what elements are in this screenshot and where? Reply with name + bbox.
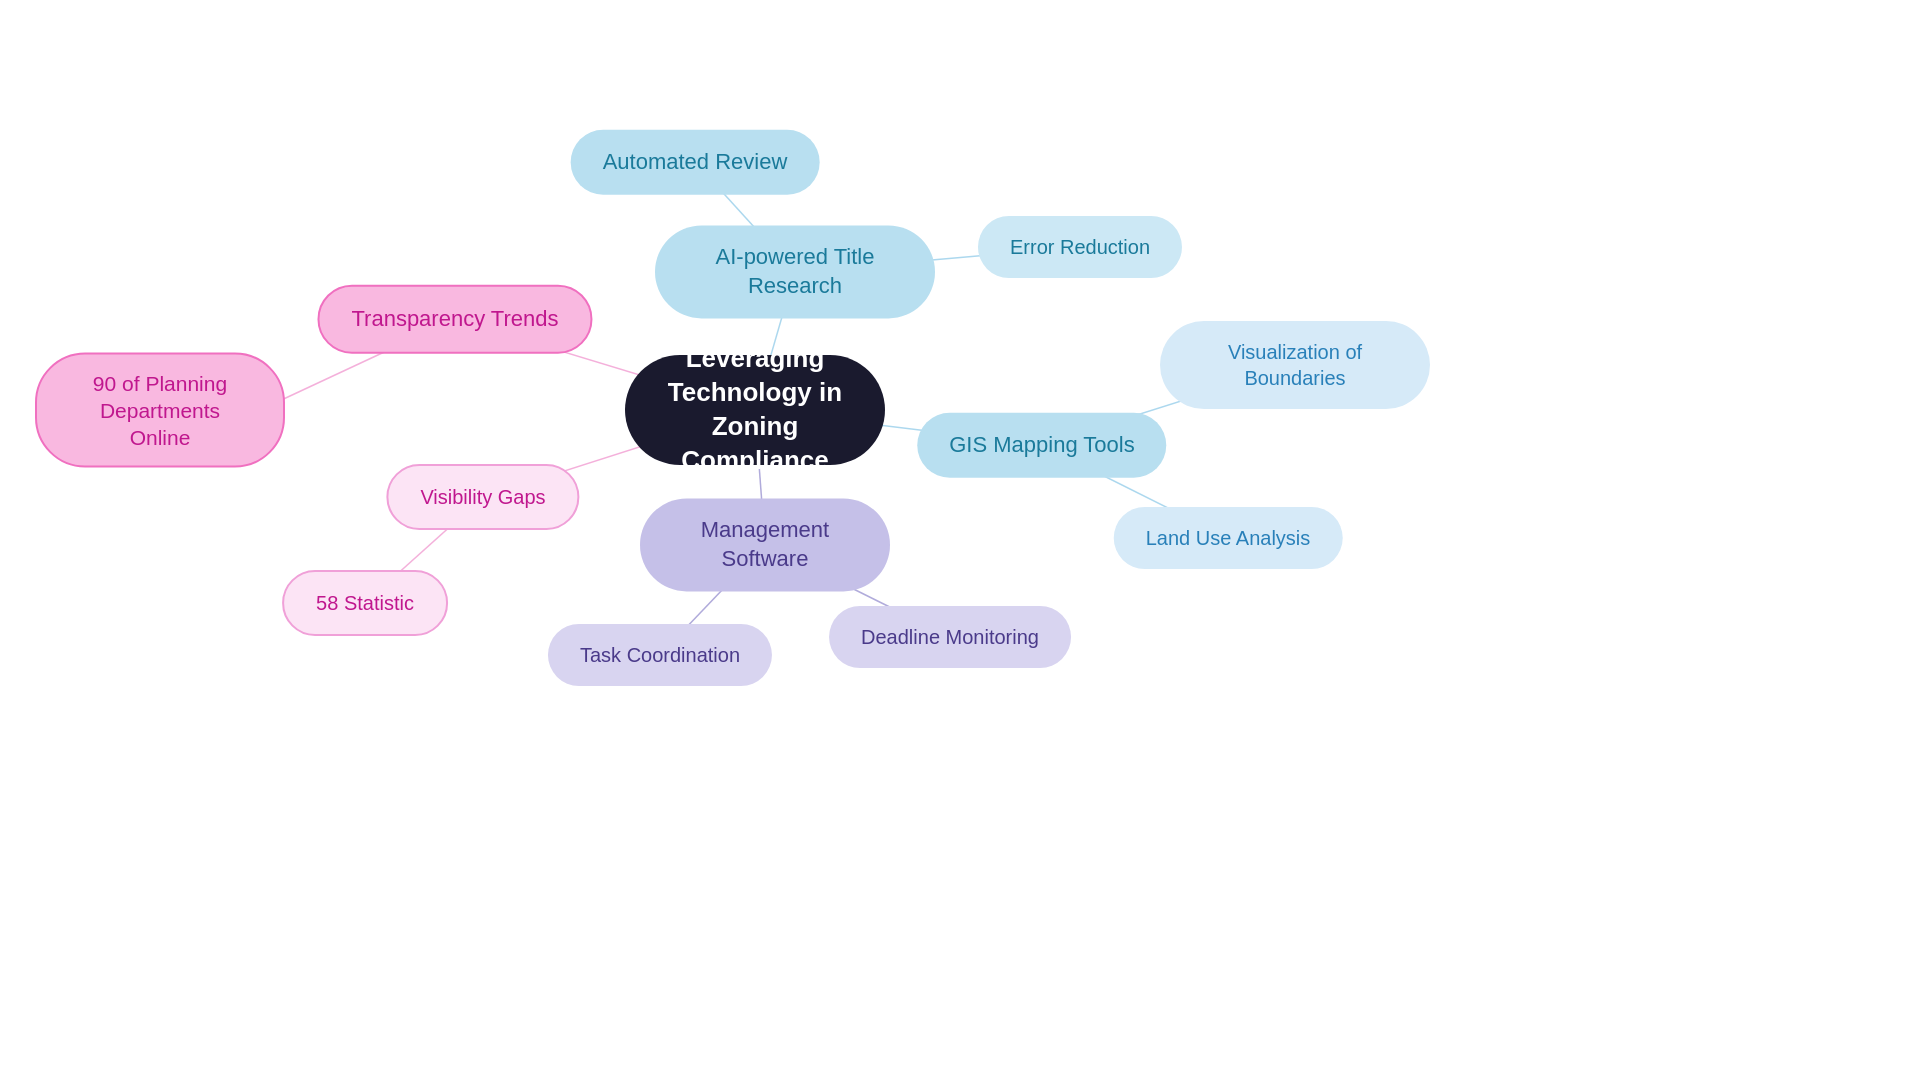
visibility-gaps-label: Visibility Gaps (420, 484, 545, 510)
management-sw-label: Management Software (672, 516, 858, 573)
planning-online-label: 90 of Planning Departments Online (69, 369, 251, 451)
land-use-node: Land Use Analysis (1114, 507, 1343, 569)
viz-boundaries-label: Visualization of Boundaries (1192, 339, 1398, 391)
viz-boundaries-node: Visualization of Boundaries (1160, 321, 1430, 409)
statistic-node: 58 Statistic (282, 570, 448, 636)
error-reduction-label: Error Reduction (1010, 234, 1150, 260)
planning-online-node: 90 of Planning Departments Online (35, 353, 285, 468)
statistic-label: 58 Statistic (316, 590, 414, 616)
center-node: Leveraging Technology in Zoning Complian… (625, 355, 885, 465)
ai-title-node: AI-powered Title Research (655, 225, 935, 318)
visibility-gaps-node: Visibility Gaps (386, 464, 579, 530)
task-coord-node: Task Coordination (548, 624, 772, 686)
transparency-label: Transparency Trends (351, 305, 558, 334)
task-coord-label: Task Coordination (580, 642, 740, 668)
center-label: Leveraging Technology in Zoning Complian… (657, 342, 853, 477)
connection-lines (0, 0, 1920, 1083)
gis-tools-node: GIS Mapping Tools (917, 413, 1166, 478)
management-sw-node: Management Software (640, 498, 890, 591)
automated-review-label: Automated Review (603, 148, 788, 177)
deadline-label: Deadline Monitoring (861, 624, 1039, 650)
deadline-node: Deadline Monitoring (829, 606, 1071, 668)
ai-title-label: AI-powered Title Research (687, 243, 903, 300)
gis-tools-label: GIS Mapping Tools (949, 431, 1134, 460)
error-reduction-node: Error Reduction (978, 216, 1182, 278)
automated-review-node: Automated Review (571, 130, 820, 195)
transparency-node: Transparency Trends (317, 285, 592, 354)
land-use-label: Land Use Analysis (1146, 525, 1311, 551)
